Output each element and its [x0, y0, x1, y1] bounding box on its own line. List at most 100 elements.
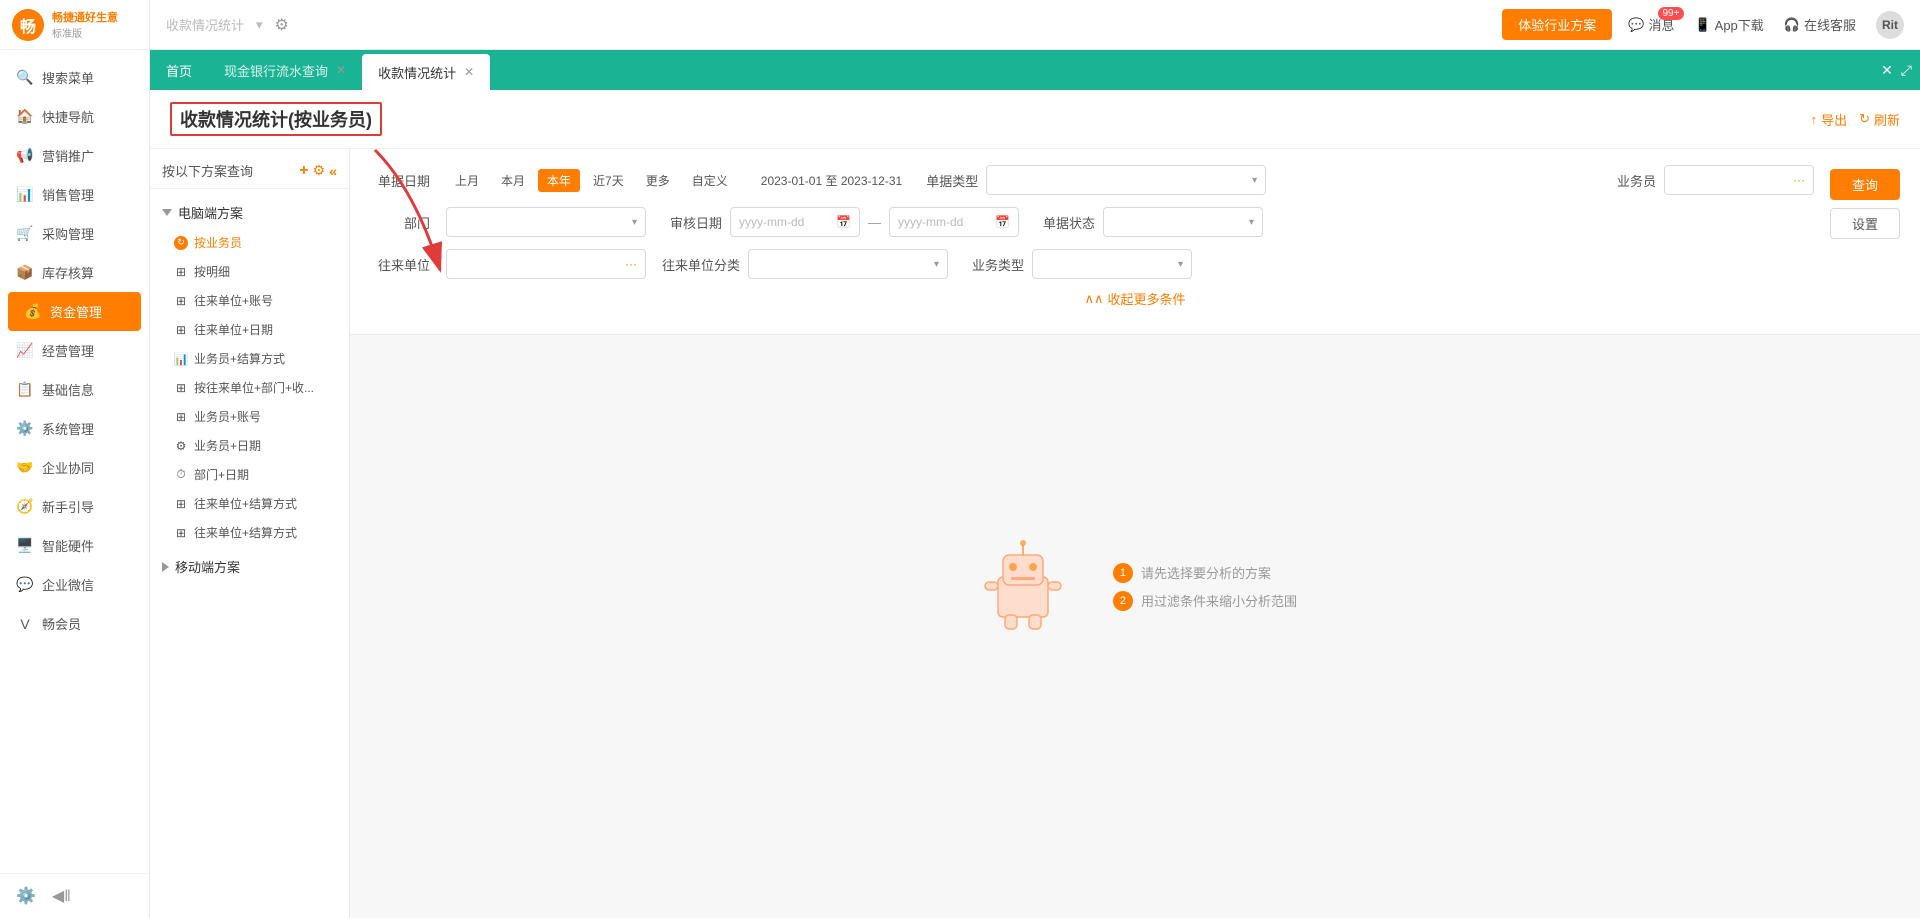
scheme-item-partner-settlement2[interactable]: ⊞往来单位+结算方式: [150, 518, 349, 547]
nav-icon-wechat: 💬: [16, 576, 34, 594]
scheme-item-by-detail[interactable]: ⊞按明细: [150, 257, 349, 286]
biz-type-section: 业务类型 ▾: [964, 249, 1192, 279]
sidebar-item-search-menu[interactable]: 🔍 搜索菜单: [0, 58, 149, 97]
refresh-icon: ↻: [1859, 111, 1870, 127]
sidebar-item-operation[interactable]: 📈 经营管理: [0, 331, 149, 370]
tab-bank-flow[interactable]: 现金银行流水查询 ✕: [208, 50, 362, 90]
sidebar-item-inventory[interactable]: 📦 库存核算: [0, 253, 149, 292]
scheme-group-desktop: 电脑端方案 ↻按业务员⊞按明细⊞往来单位+账号⊞往来单位+日期📊业务员+结算方式…: [150, 197, 349, 547]
nav-icon-guide: 🧭: [16, 498, 34, 516]
nav-icon-basic-info: 📋: [16, 381, 34, 399]
expand-desktop-icon: [162, 209, 172, 216]
date-tab-last-month[interactable]: 上月: [446, 169, 488, 192]
breadcrumb: 收款情况统计: [166, 15, 244, 34]
scheme-item-partner-dept-collect[interactable]: ⊞按往来单位+部门+收...: [150, 373, 349, 402]
sidebar-item-basic-info[interactable]: 📋 基础信息: [0, 370, 149, 409]
date-tab-custom[interactable]: 自定义: [683, 169, 737, 192]
tab-close-collection-stats[interactable]: ✕: [464, 65, 474, 79]
left-panel: 按以下方案查询 + ⚙ « 电脑端方案 ↻按业务员⊞按明细⊞往来单位+账号⊞往来…: [150, 149, 350, 918]
doc-status-select[interactable]: ▾: [1103, 207, 1263, 237]
doc-status-label: 单据状态: [1035, 213, 1095, 232]
sidebar-item-hardware[interactable]: 🖥️ 智能硬件: [0, 526, 149, 565]
tab-collection-stats[interactable]: 收款情况统计 ✕: [362, 54, 490, 90]
sidebar-item-wechat[interactable]: 💬 企业微信: [0, 565, 149, 604]
date-tab-7days[interactable]: 近7天: [584, 169, 633, 192]
message-icon-item[interactable]: 💬 消息 99+: [1628, 15, 1674, 34]
export-button[interactable]: ↑ 导出: [1811, 110, 1848, 129]
partner-cat-chevron: ▾: [934, 259, 939, 270]
sidebar-item-sales[interactable]: 📊 销售管理: [0, 175, 149, 214]
scheme-item-salesperson-account[interactable]: ⊞业务员+账号: [150, 402, 349, 431]
collapse-sidebar-icon[interactable]: ◀‖: [52, 886, 71, 906]
sidebar-item-guide[interactable]: 🧭 新手引导: [0, 487, 149, 526]
sidebar-item-finance[interactable]: 💰 资金管理: [8, 292, 141, 331]
scheme-item-partner-date[interactable]: ⊞往来单位+日期: [150, 315, 349, 344]
doc-type-section: 单据类型 ▾: [918, 165, 1580, 195]
review-date-from[interactable]: yyyy-mm-dd 📅: [730, 207, 860, 237]
date-tab-more[interactable]: 更多: [637, 169, 679, 192]
settings-icon[interactable]: ⚙️: [16, 886, 36, 906]
online-service-item[interactable]: 🎧 在线客服: [1784, 15, 1856, 34]
tab-close-bank-flow[interactable]: ✕: [336, 63, 346, 77]
step-1-num: 1: [1113, 563, 1133, 583]
scheme-item-partner-settlement1[interactable]: ⊞往来单位+结算方式: [150, 489, 349, 518]
partner-more-dots[interactable]: ···: [625, 257, 637, 271]
sidebar-logo: 畅 畅捷通好生意 标准版: [0, 0, 149, 50]
dept-select[interactable]: ▾: [446, 207, 646, 237]
filter-settings-button[interactable]: 设置: [1830, 208, 1900, 239]
scheme-icon-partner-dept-collect: ⊞: [174, 381, 188, 395]
scheme-item-salesperson-date[interactable]: ⚙业务员+日期: [150, 431, 349, 460]
date-tab-this-month[interactable]: 本月: [492, 169, 534, 192]
nav-label-basic-info: 基础信息: [42, 380, 94, 399]
filter-row-partner: 往来单位 ··· 往来单位分类 ▾: [370, 249, 1814, 279]
tab-home[interactable]: 首页: [150, 50, 208, 90]
review-date-to[interactable]: yyyy-mm-dd 📅: [889, 207, 1019, 237]
sidebar-item-system[interactable]: ⚙️ 系统管理: [0, 409, 149, 448]
nav-icon-enterprise: 🤝: [16, 459, 34, 477]
step-1-text: 请先选择要分析的方案: [1141, 563, 1271, 582]
sidebar-item-marketing[interactable]: 📢 营销推广: [0, 136, 149, 175]
scheme-item-dept-date[interactable]: ⏱部门+日期: [150, 460, 349, 489]
partner-category-label: 往来单位分类: [662, 255, 740, 274]
step-2-text: 用过滤条件来缩小分析范围: [1141, 591, 1297, 610]
partner-category-select[interactable]: ▾: [748, 249, 948, 279]
scheme-group-desktop-title[interactable]: 电脑端方案: [150, 197, 349, 228]
user-avatar[interactable]: Rit: [1876, 11, 1904, 39]
scheme-label-salesperson-settlement: 业务员+结算方式: [194, 350, 285, 367]
collapse-bar[interactable]: ∧∧ 收起更多条件: [370, 279, 1900, 318]
scheme-item-partner-account[interactable]: ⊞往来单位+账号: [150, 286, 349, 315]
doc-type-select[interactable]: ▾: [986, 165, 1266, 195]
date-tab-this-year[interactable]: 本年: [538, 169, 580, 192]
nav-icon-finance: 💰: [24, 303, 42, 321]
dropdown-icon[interactable]: ▾: [256, 17, 263, 33]
sidebar-item-purchase[interactable]: 🛒 采购管理: [0, 214, 149, 253]
scheme-item-salesperson-settlement[interactable]: 📊业务员+结算方式: [150, 344, 349, 373]
partner-select[interactable]: ···: [446, 249, 646, 279]
salesperson-select[interactable]: ···: [1664, 165, 1814, 195]
app-download-item[interactable]: 📱 App下载: [1694, 15, 1763, 34]
nav-icon-sales: 📊: [16, 186, 34, 204]
biz-type-select[interactable]: ▾: [1032, 249, 1192, 279]
nav-label-guide: 新手引导: [42, 497, 94, 516]
close-window-icon[interactable]: ✕: [1881, 62, 1893, 79]
refresh-button[interactable]: ↻ 刷新: [1859, 110, 1900, 129]
maximize-window-icon[interactable]: ⤢: [1901, 62, 1912, 79]
sidebar-item-enterprise[interactable]: 🤝 企业协同: [0, 448, 149, 487]
query-button[interactable]: 查询: [1830, 169, 1900, 200]
scheme-group-mobile-title[interactable]: 移动端方案: [150, 551, 349, 582]
scheme-icon-partner-account: ⊞: [174, 294, 188, 308]
sidebar-item-vip[interactable]: V 畅会员: [0, 604, 149, 643]
nav-icon-marketing: 📢: [16, 147, 34, 165]
sidebar-item-quick-nav[interactable]: 🏠 快捷导航: [0, 97, 149, 136]
nav-label-operation: 经营管理: [42, 341, 94, 360]
empty-content: 1 请先选择要分析的方案 2 用过滤条件来缩小分析范围: [973, 537, 1297, 637]
scheme-label-partner-settlement2: 往来单位+结算方式: [194, 524, 297, 541]
nav-label-search-menu: 搜索菜单: [42, 68, 94, 87]
nav-label-purchase: 采购管理: [42, 224, 94, 243]
trial-button[interactable]: 体验行业方案: [1502, 9, 1612, 40]
add-scheme-icon[interactable]: +: [299, 162, 308, 180]
collapse-panel-icon[interactable]: «: [329, 163, 337, 179]
scheme-item-by-salesperson[interactable]: ↻按业务员: [150, 228, 349, 257]
scheme-settings-icon[interactable]: ⚙: [313, 162, 326, 179]
settings-gear-icon[interactable]: ⚙: [275, 15, 289, 35]
